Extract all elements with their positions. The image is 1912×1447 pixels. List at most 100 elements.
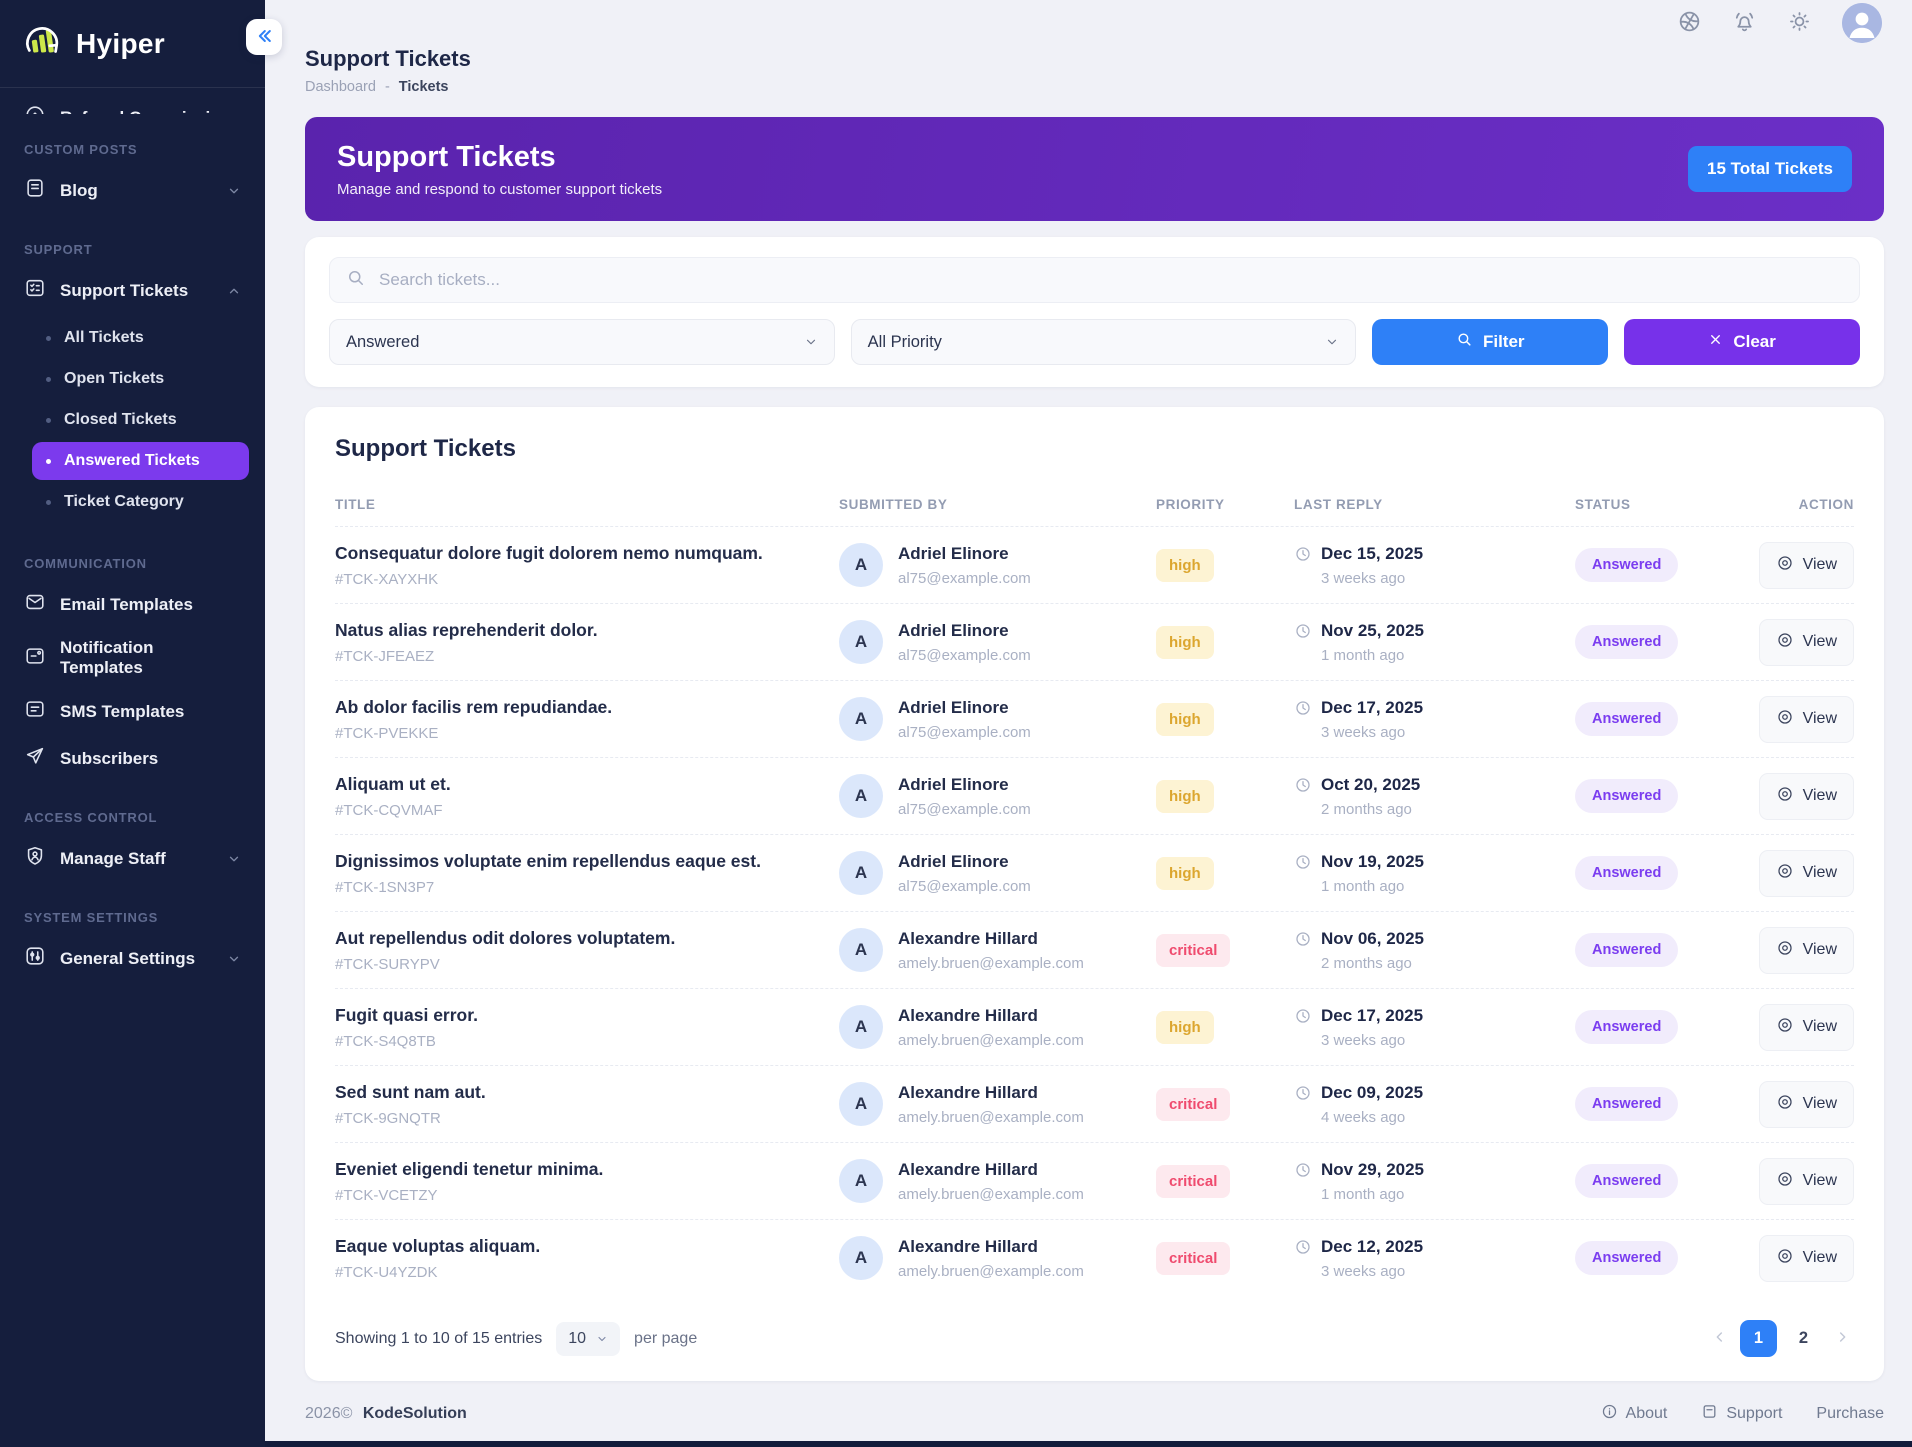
sidebar-item-answered-tickets[interactable]: Answered Tickets	[32, 442, 249, 480]
ticket-title: Eaque voluptas aliquam.	[335, 1235, 541, 1256]
eye-icon	[1776, 554, 1794, 577]
view-button[interactable]: View	[1758, 618, 1854, 666]
ticket-id: #TCK-VCETZY	[335, 1186, 438, 1204]
filter-button[interactable]: Filter	[1372, 319, 1609, 365]
sidebar-item-blog[interactable]: Blog	[16, 167, 249, 214]
copyright-year: 2026©	[305, 1405, 353, 1422]
priority-filter-select[interactable]: All Priority	[850, 319, 1357, 365]
sidebar-subitem-label: Closed Tickets	[64, 411, 177, 428]
priority-cell: critical	[1156, 1241, 1294, 1275]
theme-toggle-button[interactable]	[1787, 9, 1812, 37]
view-button[interactable]: View	[1758, 849, 1854, 897]
sidebar-subitem-label: Open Tickets	[64, 370, 165, 387]
per-page-suffix: per page	[634, 1329, 698, 1347]
page-button-1[interactable]: 1	[1740, 1320, 1777, 1357]
search-icon	[1456, 331, 1473, 353]
view-button[interactable]: View	[1758, 695, 1854, 743]
view-button[interactable]: View	[1758, 541, 1854, 589]
sidebar-item-general-settings[interactable]: General Settings	[16, 935, 249, 982]
copyright: 2026© KodeSolution	[305, 1405, 467, 1423]
clear-button[interactable]: Clear	[1624, 319, 1860, 365]
sidebar-item-email-templates[interactable]: Email Templates	[16, 581, 249, 628]
submitter-name: Alexandre Hillard	[898, 1236, 1038, 1256]
ticket-title: Natus alias reprehenderit dolor.	[335, 619, 598, 640]
reply-info: Oct 20, 2025 2 months ago	[1321, 775, 1420, 818]
eye-icon	[1776, 785, 1794, 808]
view-button[interactable]: View	[1758, 926, 1854, 974]
sidebar-item-notification-templates[interactable]: Notification Templates	[16, 628, 249, 688]
view-button[interactable]: View	[1758, 1157, 1854, 1205]
breadcrumb-dashboard[interactable]: Dashboard	[305, 79, 376, 95]
sidebar-item-sms-templates[interactable]: SMS Templates	[16, 688, 249, 735]
last-reply-cell: Dec 17, 2025 3 weeks ago	[1294, 698, 1575, 741]
view-button[interactable]: View	[1758, 772, 1854, 820]
ticket-id: #TCK-XAYXHK	[335, 570, 439, 588]
action-cell: View	[1744, 1234, 1854, 1282]
reply-relative-time: 3 weeks ago	[1321, 1031, 1406, 1049]
sidebar-item-closed-tickets[interactable]: Closed Tickets	[32, 401, 249, 439]
settings-sliders-icon	[24, 945, 46, 972]
reply-date: Dec 17, 2025	[1321, 1005, 1424, 1025]
support-tickets-submenu: All Tickets Open Tickets Closed Tickets …	[16, 314, 249, 528]
view-button[interactable]: View	[1758, 1080, 1854, 1128]
action-cell: View	[1744, 618, 1854, 666]
last-reply-cell: Dec 09, 2025 4 weeks ago	[1294, 1083, 1575, 1126]
status-badge: Answered	[1575, 933, 1679, 967]
priority-badge: high	[1156, 625, 1214, 659]
sidebar-item-all-tickets[interactable]: All Tickets	[32, 319, 249, 357]
support-tickets-icon	[24, 277, 46, 304]
search-input[interactable]	[379, 270, 1843, 290]
eye-icon	[1776, 631, 1794, 654]
sidebar-item-manage-staff[interactable]: Manage Staff	[16, 835, 249, 882]
language-globe-button[interactable]	[1677, 9, 1702, 37]
priority-badge: high	[1156, 856, 1214, 890]
user-avatar[interactable]	[1842, 3, 1882, 43]
sidebar-item-open-tickets[interactable]: Open Tickets	[32, 360, 249, 398]
ticket-title: Fugit quasi error.	[335, 1004, 478, 1025]
action-cell: View	[1744, 772, 1854, 820]
sidebar-item-label: Referral Commissions	[60, 108, 240, 115]
submitter-avatar: A	[839, 928, 883, 972]
view-button[interactable]: View	[1758, 1003, 1854, 1051]
sidebar-item-ticket-category[interactable]: Ticket Category	[32, 483, 249, 521]
submitted-by-cell: A Adriel Elinore al75@example.com	[839, 620, 1156, 664]
priority-cell: high	[1156, 548, 1294, 582]
next-page-button[interactable]	[1830, 1325, 1854, 1352]
footer-link-support[interactable]: Support	[1701, 1403, 1782, 1425]
sidebar-header: Hyiper	[0, 0, 265, 88]
total-tickets-badge[interactable]: 15 Total Tickets	[1688, 146, 1852, 192]
status-cell: Answered	[1575, 779, 1744, 813]
status-filter-select[interactable]: Answered	[329, 319, 835, 365]
footer-link-purchase[interactable]: Purchase	[1816, 1405, 1884, 1423]
sidebar-item-referral-commissions[interactable]: Referral Commissions	[16, 94, 249, 114]
clock-icon	[1294, 622, 1312, 664]
notifications-button[interactable]	[1732, 9, 1757, 37]
pagination: 1 2	[1708, 1320, 1854, 1357]
submitter-name: Alexandre Hillard	[898, 1159, 1038, 1179]
reply-info: Nov 19, 2025 1 month ago	[1321, 852, 1424, 895]
clock-icon	[1294, 699, 1312, 741]
action-cell: View	[1744, 1003, 1854, 1051]
referral-icon	[24, 104, 46, 114]
clock-icon	[1294, 545, 1312, 587]
footer-link-about[interactable]: About	[1601, 1403, 1667, 1425]
sidebar-item-support-tickets[interactable]: Support Tickets	[16, 267, 249, 314]
reply-info: Dec 09, 2025 4 weeks ago	[1321, 1083, 1423, 1126]
pagination-summary-group: Showing 1 to 10 of 15 entries 10 per pag…	[335, 1321, 698, 1356]
submitter-info: Adriel Elinore al75@example.com	[898, 775, 1031, 818]
submitter-avatar: A	[839, 620, 883, 664]
per-page-select[interactable]: 10	[556, 1321, 621, 1356]
sidebar-item-subscribers[interactable]: Subscribers	[16, 735, 249, 782]
staff-badge-icon	[24, 845, 46, 872]
ticket-id: #TCK-PVEKKE	[335, 724, 439, 742]
last-reply-cell: Dec 17, 2025 3 weeks ago	[1294, 1006, 1575, 1049]
view-button[interactable]: View	[1758, 1234, 1854, 1282]
sidebar-collapse-button[interactable]	[246, 19, 282, 55]
column-header-last-reply: Last Reply	[1294, 497, 1383, 512]
page-button-2[interactable]: 2	[1785, 1320, 1822, 1357]
previous-page-button[interactable]	[1708, 1325, 1732, 1352]
filter-row: Answered All Priority Filter Clear	[329, 319, 1860, 365]
priority-cell: high	[1156, 702, 1294, 736]
column-header-status: Status	[1575, 497, 1631, 512]
reply-info: Dec 12, 2025 3 weeks ago	[1321, 1237, 1423, 1280]
